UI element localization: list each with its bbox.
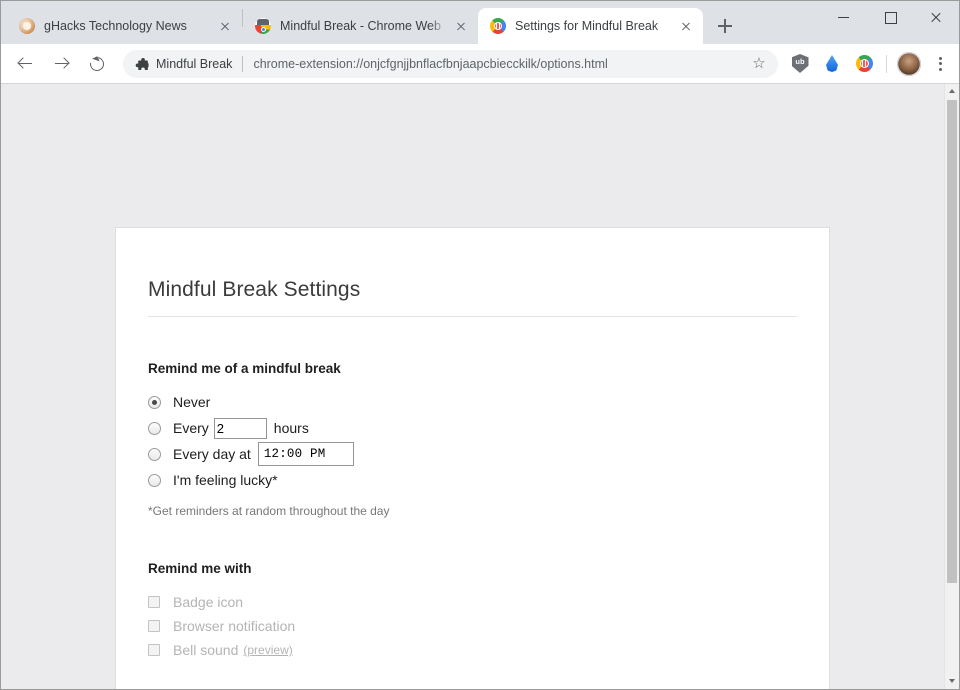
page-scrollbar[interactable] [944,84,959,689]
browser-window: gHacks Technology News Mindful Break - C… [0,0,960,690]
extension-chip: Mindful Break [135,57,232,71]
tab-strip: gHacks Technology News Mindful Break - C… [1,1,959,44]
random-reminders-footnote: *Get reminders at random throughout the … [148,504,390,518]
tab-title: Settings for Mindful Break [515,19,659,33]
mindful-break-icon[interactable] [851,51,877,77]
bookmark-star-icon[interactable]: ☆ [750,55,768,73]
title-divider [148,316,797,317]
option-label: Browser notification [173,618,296,634]
arrow-left-icon [18,57,32,70]
address-bar[interactable]: Mindful Break chrome-extension://onjcfgn… [123,49,778,78]
puzzle-piece-icon [135,57,149,70]
option-badge-icon[interactable]: Badge icon [148,590,797,614]
tab-title: Mindful Break - Chrome Web Store [280,19,446,33]
hours-input[interactable] [213,417,267,439]
tab-close-icon[interactable] [677,17,695,35]
close-window-button[interactable] [913,1,959,33]
tab-close-icon[interactable] [216,17,234,35]
daily-time-input[interactable] [257,442,354,466]
radio-every-hours[interactable] [148,421,161,435]
option-never[interactable]: Never [148,390,797,414]
option-every-day-at[interactable]: Every day at [148,442,797,466]
scroll-up-arrow-icon[interactable] [945,84,959,99]
page-viewport: Mindful Break Settings Remind me of a mi… [1,84,959,689]
tab-ghacks[interactable]: gHacks Technology News [7,8,242,44]
radio-never[interactable] [148,395,161,409]
option-bell-sound[interactable]: Bell sound (preview) [148,638,797,662]
page-title: Mindful Break Settings [148,278,361,301]
forward-button[interactable] [47,50,75,78]
ublock-origin-icon[interactable] [787,51,813,77]
option-feeling-lucky[interactable]: I'm feeling lucky* [148,468,797,492]
scrollbar-thumb[interactable] [947,100,957,583]
option-label: Badge icon [173,594,244,610]
option-label: Never [173,394,211,410]
hours-suffix-label: hours [273,420,309,436]
option-browser-notification[interactable]: Browser notification [148,614,797,638]
section-heading-remind-of: Remind me of a mindful break [148,361,341,376]
checkbox-browser-notification[interactable] [148,620,160,632]
scroll-down-arrow-icon[interactable] [945,674,959,689]
tab-close-icon[interactable] [452,17,470,35]
chrome-menu-button[interactable] [927,51,953,77]
reminder-frequency-options: Never Every hours Every day at I'm feeli… [148,390,797,492]
bell-sound-preview-link[interactable]: (preview) [243,643,292,657]
section-heading-remind-with: Remind me with [148,561,252,576]
maximize-button[interactable] [867,1,913,33]
window-controls [821,1,959,33]
radio-feeling-lucky[interactable] [148,473,161,487]
option-label: Bell sound [173,642,239,658]
minimize-button[interactable] [821,1,867,33]
toolbar-divider [886,54,887,73]
reload-button[interactable] [83,50,111,78]
chrome-web-store-favicon [255,18,271,34]
tab-settings-for-mindful-break[interactable]: Settings for Mindful Break [478,8,703,44]
option-label: I'm feeling lucky* [173,472,278,488]
back-button[interactable] [11,50,39,78]
ghacks-favicon [19,18,35,34]
reminder-method-options: Badge icon Browser notification Bell sou… [148,590,797,662]
extension-name: Mindful Break [156,56,233,71]
reload-icon [87,53,107,74]
omnibox-divider [242,55,244,72]
checkbox-badge-icon[interactable] [148,596,160,608]
tab-chrome-web-store[interactable]: Mindful Break - Chrome Web Store [243,8,478,44]
option-every-n-hours[interactable]: Every hours [148,416,797,440]
avatar[interactable] [897,51,921,76]
mindful-break-favicon [490,18,506,34]
checkbox-bell-sound[interactable] [148,644,160,656]
browser-toolbar: Mindful Break chrome-extension://onjcfgn… [1,44,959,84]
arrow-right-icon [54,57,68,70]
option-label: Every [173,420,209,436]
radio-every-day-at[interactable] [148,447,161,461]
new-tab-button[interactable] [711,12,739,40]
options-card: Mindful Break Settings Remind me of a mi… [115,227,830,689]
water-drop-icon[interactable] [819,51,845,77]
url-text[interactable]: chrome-extension://onjcfgnjjbnflacfbnjaa… [253,57,744,71]
tab-title: gHacks Technology News [44,19,187,33]
option-label: Every day at [173,446,251,462]
